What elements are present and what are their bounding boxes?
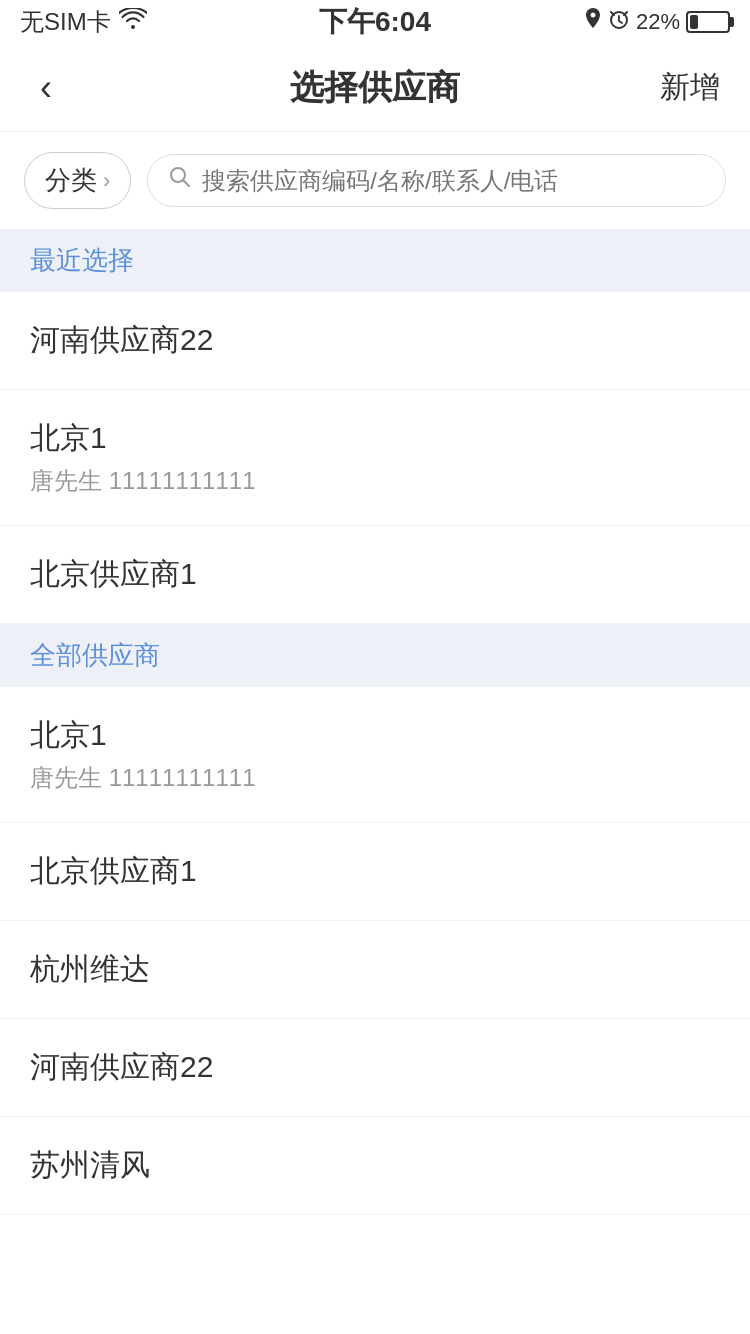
item-sub: 唐先生 11111111111 xyxy=(30,465,720,497)
battery-percentage: 22% xyxy=(636,9,680,35)
all-section-label: 全部供应商 xyxy=(30,640,160,670)
item-name: 杭州维达 xyxy=(30,949,720,990)
list-item[interactable]: 北京供应商1 xyxy=(0,526,750,624)
recent-section-label: 最近选择 xyxy=(30,245,134,275)
item-name: 苏州清风 xyxy=(30,1145,720,1186)
location-icon xyxy=(584,8,602,36)
list-item[interactable]: 北京1 唐先生 11111111111 xyxy=(0,687,750,823)
list-item[interactable]: 北京1 唐先生 11111111111 xyxy=(0,390,750,526)
battery-fill xyxy=(690,15,698,29)
status-right: 22% xyxy=(584,8,730,36)
category-button[interactable]: 分类 › xyxy=(24,152,131,209)
search-icon xyxy=(168,165,192,196)
item-name: 北京1 xyxy=(30,418,720,459)
carrier-text: 无SIM卡 xyxy=(20,6,111,38)
recent-section-header: 最近选择 xyxy=(0,229,750,292)
back-button[interactable]: ‹ xyxy=(30,57,62,119)
status-left: 无SIM卡 xyxy=(20,6,147,38)
all-suppliers-list: 北京1 唐先生 11111111111 北京供应商1 杭州维达河南供应商22 苏州清风 xyxy=(0,687,750,1215)
alarm-icon xyxy=(608,8,630,36)
nav-bar: ‹ 选择供应商 新增 xyxy=(0,44,750,132)
chevron-right-icon: › xyxy=(103,168,110,194)
list-item[interactable]: 河南供应商22 xyxy=(0,1019,750,1117)
status-time: 下午6:04 xyxy=(319,3,431,41)
item-sub: 唐先生 11111111111 xyxy=(30,762,720,794)
new-action-button[interactable]: 新增 xyxy=(660,67,720,108)
search-input[interactable] xyxy=(202,167,705,195)
item-name: 河南供应商22 xyxy=(30,320,720,361)
list-item[interactable]: 苏州清风 xyxy=(0,1117,750,1215)
item-name: 河南供应商22 xyxy=(30,1047,720,1088)
item-name: 北京供应商1 xyxy=(30,851,720,892)
recent-list: 河南供应商22 北京1 唐先生 11111111111 北京供应商1 xyxy=(0,292,750,624)
status-bar: 无SIM卡 下午6:04 22% xyxy=(0,0,750,44)
item-name: 北京供应商1 xyxy=(30,554,720,595)
filter-bar: 分类 › xyxy=(0,132,750,229)
list-item[interactable]: 北京供应商1 xyxy=(0,823,750,921)
battery-icon xyxy=(686,11,730,33)
wifi-icon xyxy=(119,8,147,36)
list-item[interactable]: 河南供应商22 xyxy=(0,292,750,390)
category-label: 分类 xyxy=(45,163,97,198)
search-box xyxy=(147,154,726,207)
list-item[interactable]: 杭州维达 xyxy=(0,921,750,1019)
all-section-header: 全部供应商 xyxy=(0,624,750,687)
item-name: 北京1 xyxy=(30,715,720,756)
nav-title: 选择供应商 xyxy=(290,65,460,111)
